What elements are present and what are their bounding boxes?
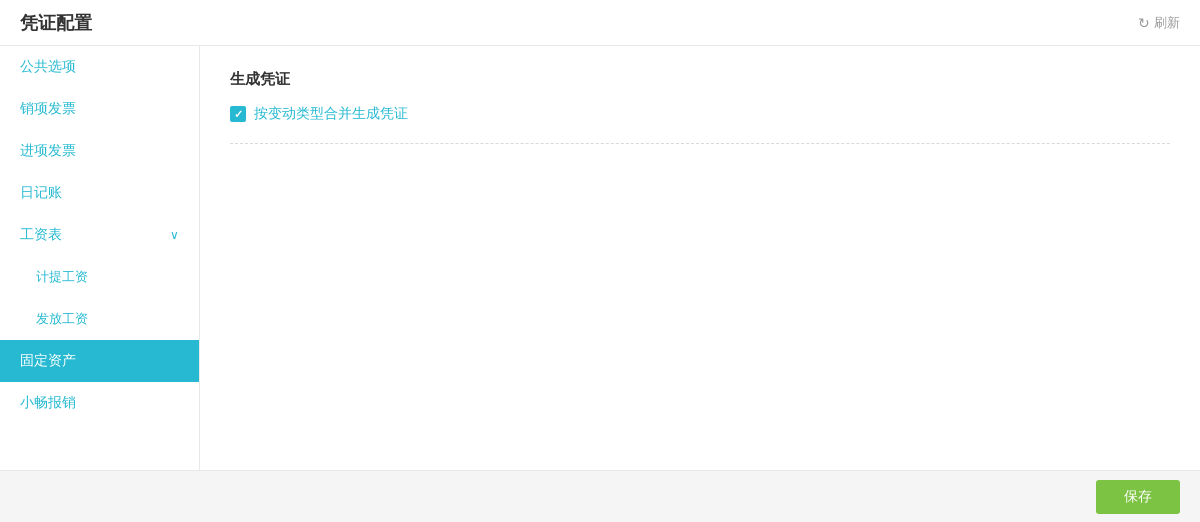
content-area: 生成凭证 按变动类型合并生成凭证 bbox=[200, 46, 1200, 470]
sidebar-item-fixed-assets[interactable]: 固定资产 bbox=[0, 340, 199, 382]
sidebar-item-public-options[interactable]: 公共选项 bbox=[0, 46, 199, 88]
page-title: 凭证配置 bbox=[20, 11, 92, 35]
sidebar-item-label: 工资表 bbox=[20, 226, 62, 244]
sidebar-item-label: 小畅报销 bbox=[20, 394, 76, 412]
refresh-button[interactable]: ↻ 刷新 bbox=[1138, 14, 1180, 32]
section-title: 生成凭证 bbox=[230, 70, 1170, 89]
sidebar: 公共选项销项发票进项发票日记账工资表 ∨ 计提工资发放工资固定资产小畅报销 bbox=[0, 46, 200, 470]
sidebar-item-label: 进项发票 bbox=[20, 142, 76, 160]
checkbox-row[interactable]: 按变动类型合并生成凭证 bbox=[230, 105, 1170, 123]
sidebar-item-label: 固定资产 bbox=[20, 352, 76, 370]
sidebar-item-label: 公共选项 bbox=[20, 58, 76, 76]
sidebar-item-label: 发放工资 bbox=[36, 310, 88, 328]
sidebar-item-purchase-invoice[interactable]: 进项发票 bbox=[0, 130, 199, 172]
chevron-down-icon: ∨ bbox=[170, 228, 179, 242]
sidebar-item-expense-report[interactable]: 小畅报销 bbox=[0, 382, 199, 424]
header: 凭证配置 ↻ 刷新 bbox=[0, 0, 1200, 46]
section-divider bbox=[230, 143, 1170, 144]
sidebar-item-payroll-pay[interactable]: 发放工资 bbox=[0, 298, 199, 340]
sidebar-item-label: 计提工资 bbox=[36, 268, 88, 286]
merge-checkbox-label[interactable]: 按变动类型合并生成凭证 bbox=[254, 105, 408, 123]
refresh-label: 刷新 bbox=[1154, 14, 1180, 32]
merge-checkbox[interactable] bbox=[230, 106, 246, 122]
sidebar-item-label: 日记账 bbox=[20, 184, 62, 202]
sidebar-item-label: 销项发票 bbox=[20, 100, 76, 118]
footer: 保存 bbox=[0, 470, 1200, 522]
save-button[interactable]: 保存 bbox=[1096, 480, 1180, 514]
sidebar-item-payroll-table[interactable]: 工资表 ∨ bbox=[0, 214, 199, 256]
main-container: 公共选项销项发票进项发票日记账工资表 ∨ 计提工资发放工资固定资产小畅报销 生成凭证… bbox=[0, 46, 1200, 470]
sidebar-item-payroll-calc[interactable]: 计提工资 bbox=[0, 256, 199, 298]
sidebar-item-sales-invoice[interactable]: 销项发票 bbox=[0, 88, 199, 130]
refresh-icon: ↻ bbox=[1138, 15, 1150, 31]
sidebar-item-journal[interactable]: 日记账 bbox=[0, 172, 199, 214]
